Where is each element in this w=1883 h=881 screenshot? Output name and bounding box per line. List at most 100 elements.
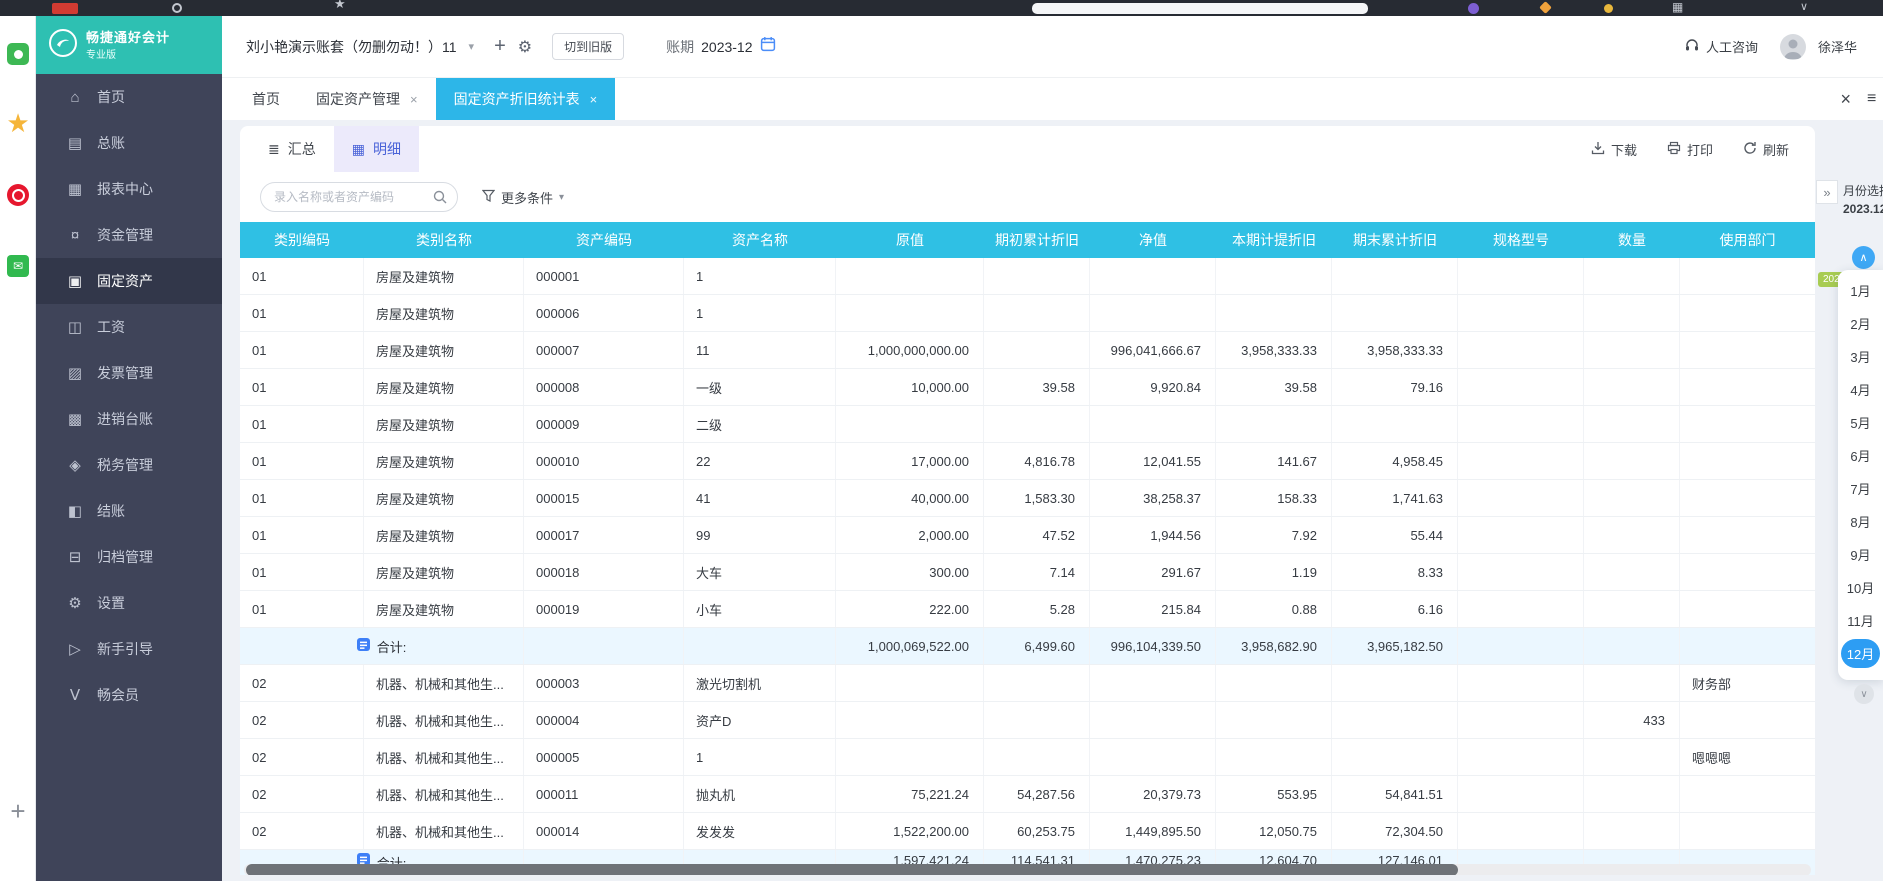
sidebar-item-guide[interactable]: ▷ 新手引导 bbox=[36, 626, 222, 672]
table-row[interactable]: 02 机器、机械和其他生... 000004 资产D 433 bbox=[240, 702, 1815, 739]
horizontal-scrollbar-thumb[interactable] bbox=[246, 864, 1458, 875]
account-name[interactable]: 刘小艳演示账套（勿删勿动！）11 bbox=[246, 37, 457, 57]
table-row[interactable]: 02 机器、机械和其他生... 000014 发发发 1,522,200.00 60,25… bbox=[240, 813, 1815, 850]
month-6月[interactable]: 6月 bbox=[1838, 439, 1883, 472]
cell-类别名称: 房屋及建筑物 bbox=[364, 554, 524, 590]
sidebar-item-member[interactable]: Ⅴ 畅会员 bbox=[36, 672, 222, 718]
more-filters-button[interactable]: 更多条件 ▾ bbox=[481, 188, 564, 207]
month-4月[interactable]: 4月 bbox=[1838, 373, 1883, 406]
close-icon[interactable]: × bbox=[590, 92, 598, 107]
scroll-up-icon[interactable]: ∧ bbox=[1852, 246, 1875, 269]
month-2月[interactable]: 2月 bbox=[1838, 307, 1883, 340]
bookmark-star-icon[interactable]: ★ bbox=[334, 0, 346, 12]
sidebar-item-archive[interactable]: ⊟ 归档管理 bbox=[36, 534, 222, 580]
search-icon[interactable] bbox=[433, 190, 447, 209]
key-dot-icon[interactable] bbox=[1604, 4, 1613, 13]
month-9月[interactable]: 9月 bbox=[1838, 538, 1883, 571]
table-row[interactable]: 01 房屋及建筑物 000007 11 1,000,000,000.00 996,041,… bbox=[240, 332, 1815, 369]
tab-首页[interactable]: 首页 bbox=[234, 78, 298, 120]
table-row[interactable]: 01 房屋及建筑物 000010 22 17,000.00 4,816.78 12,041.… bbox=[240, 443, 1815, 480]
table-row[interactable]: 01 房屋及建筑物 000006 1 bbox=[240, 295, 1815, 332]
tab-固定资产折旧统计表[interactable]: 固定资产折旧统计表 × bbox=[435, 78, 616, 120]
cell-原值 bbox=[836, 702, 984, 738]
subtotal-row[interactable]: 合计: 1,000,069,522.00 6,499.60 996,104,339.5… bbox=[240, 628, 1815, 665]
horizontal-scrollbar-track[interactable] bbox=[244, 864, 1811, 875]
gear-icon[interactable]: ⚙ bbox=[518, 37, 532, 57]
mail-icon[interactable]: ✉ bbox=[7, 255, 29, 277]
table-row[interactable]: 01 房屋及建筑物 000009 二级 bbox=[240, 406, 1815, 443]
table-row[interactable]: 01 房屋及建筑物 000017 99 2,000.00 47.52 1,944.56 7.9… bbox=[240, 517, 1815, 554]
weibo-icon[interactable] bbox=[7, 184, 29, 206]
download-button[interactable]: 下载 bbox=[1591, 140, 1637, 159]
search-box bbox=[260, 182, 458, 212]
sidebar-item-fixed-assets[interactable]: ▣ 固定资产 bbox=[36, 258, 222, 304]
ring-icon[interactable] bbox=[172, 3, 182, 13]
cell-原值 bbox=[836, 295, 984, 331]
sidebar-item-tax[interactable]: ◈ 税务管理 bbox=[36, 442, 222, 488]
cell-资产编码: 000005 bbox=[524, 739, 684, 775]
table-row[interactable]: 02 机器、机械和其他生... 000011 抛丸机 75,221.24 54,287.5… bbox=[240, 776, 1815, 813]
cell-期初累计折旧: 39.58 bbox=[984, 369, 1090, 405]
sidebar-item-invoice[interactable]: ▨ 发票管理 bbox=[36, 350, 222, 396]
add-account-button[interactable]: + bbox=[494, 35, 506, 58]
table-row[interactable]: 01 房屋及建筑物 000008 一级 10,000.00 39.58 9,920.84 39… bbox=[240, 369, 1815, 406]
table-row[interactable]: 02 机器、机械和其他生... 000003 激光切割机 财务部 bbox=[240, 665, 1815, 702]
table-row[interactable]: 02 机器、机械和其他生... 000005 1 嗯嗯嗯 bbox=[240, 739, 1815, 776]
apps-grid-icon[interactable]: ▦ bbox=[1672, 0, 1683, 14]
period-value[interactable]: 2023-12 bbox=[701, 39, 752, 55]
chevron-down-icon[interactable]: ∨ bbox=[1800, 0, 1808, 13]
refresh-button[interactable]: 刷新 bbox=[1743, 140, 1789, 159]
sidebar-item-closing[interactable]: ◧ 结账 bbox=[36, 488, 222, 534]
month-8月[interactable]: 8月 bbox=[1838, 505, 1883, 538]
user-name[interactable]: 徐泽华 bbox=[1818, 37, 1857, 56]
table-row[interactable]: 01 房屋及建筑物 000015 41 40,000.00 1,583.30 38,258.… bbox=[240, 480, 1815, 517]
cell-资产名称: 发发发 bbox=[684, 813, 836, 849]
scroll-down-icon[interactable]: ∨ bbox=[1854, 684, 1874, 704]
search-input[interactable] bbox=[274, 190, 427, 204]
close-icon[interactable]: × bbox=[1840, 89, 1851, 110]
close-icon[interactable]: × bbox=[410, 92, 418, 107]
print-button[interactable]: 打印 bbox=[1667, 140, 1713, 159]
month-11月[interactable]: 11月 bbox=[1838, 604, 1883, 637]
subtab-detail[interactable]: ▦ 明细 bbox=[333, 126, 419, 172]
rewards-diamond-icon[interactable] bbox=[1539, 1, 1552, 14]
tax-icon: ◈ bbox=[69, 457, 81, 474]
tab-red-icon[interactable] bbox=[52, 3, 78, 14]
calendar-icon[interactable] bbox=[760, 36, 776, 57]
sidebar-item-payroll[interactable]: ◫ 工资 bbox=[36, 304, 222, 350]
tab-固定资产管理[interactable]: 固定资产管理 × bbox=[298, 78, 436, 120]
cell-期初累计折旧: 1,583.30 bbox=[984, 480, 1090, 516]
add-icon[interactable]: + bbox=[7, 796, 29, 826]
month-12月[interactable]: 12月 bbox=[1841, 639, 1880, 668]
favorites-star-icon[interactable]: ★ bbox=[6, 108, 29, 138]
sidebar-item-home[interactable]: ⌂ 首页 bbox=[36, 74, 222, 120]
sidebar-item-report-center[interactable]: ▦ 报表中心 bbox=[36, 166, 222, 212]
switch-old-version-button[interactable]: 切到旧版 bbox=[552, 33, 625, 60]
column-header-使用部门: 使用部门 bbox=[1719, 232, 1776, 248]
expand-panel-icon[interactable]: » bbox=[1816, 180, 1838, 204]
support-link[interactable]: 人工咨询 bbox=[1684, 37, 1758, 56]
cell-本期计提折旧 bbox=[1216, 295, 1332, 331]
month-10月[interactable]: 10月 bbox=[1838, 571, 1883, 604]
month-1月[interactable]: 1月 bbox=[1838, 274, 1883, 307]
sidebar-item-label: 新手引导 bbox=[97, 641, 153, 657]
table-row[interactable]: 01 房屋及建筑物 000018 大车 300.00 7.14 291.67 1.19 8.33 bbox=[240, 554, 1815, 591]
green-app-icon[interactable] bbox=[7, 43, 29, 65]
sidebar-item-settings[interactable]: ⚙ 设置 bbox=[36, 580, 222, 626]
tab-menu-icon[interactable]: ≡ bbox=[1867, 90, 1877, 108]
member-icon: Ⅴ bbox=[69, 687, 81, 704]
month-7月[interactable]: 7月 bbox=[1838, 472, 1883, 505]
subtab-summary[interactable]: ≣ 汇总 bbox=[250, 126, 334, 172]
avatar[interactable] bbox=[1779, 33, 1806, 60]
sidebar-item-funds[interactable]: ¤ 资金管理 bbox=[36, 212, 222, 258]
sidebar-item-purchase-sales[interactable]: ▩ 进销台账 bbox=[36, 396, 222, 442]
chevron-down-icon[interactable]: ▾ bbox=[469, 40, 475, 53]
month-3月[interactable]: 3月 bbox=[1838, 340, 1883, 373]
profile-dot-icon[interactable] bbox=[1468, 3, 1479, 14]
cell-净值 bbox=[1090, 406, 1216, 442]
month-5月[interactable]: 5月 bbox=[1838, 406, 1883, 439]
sidebar-item-general-ledger[interactable]: ▤ 总账 bbox=[36, 120, 222, 166]
table-row[interactable]: 01 房屋及建筑物 000019 小车 222.00 5.28 215.84 0.88 6.16 bbox=[240, 591, 1815, 628]
table-row[interactable]: 01 房屋及建筑物 000001 1 bbox=[240, 258, 1815, 295]
url-bar[interactable] bbox=[1032, 3, 1368, 14]
